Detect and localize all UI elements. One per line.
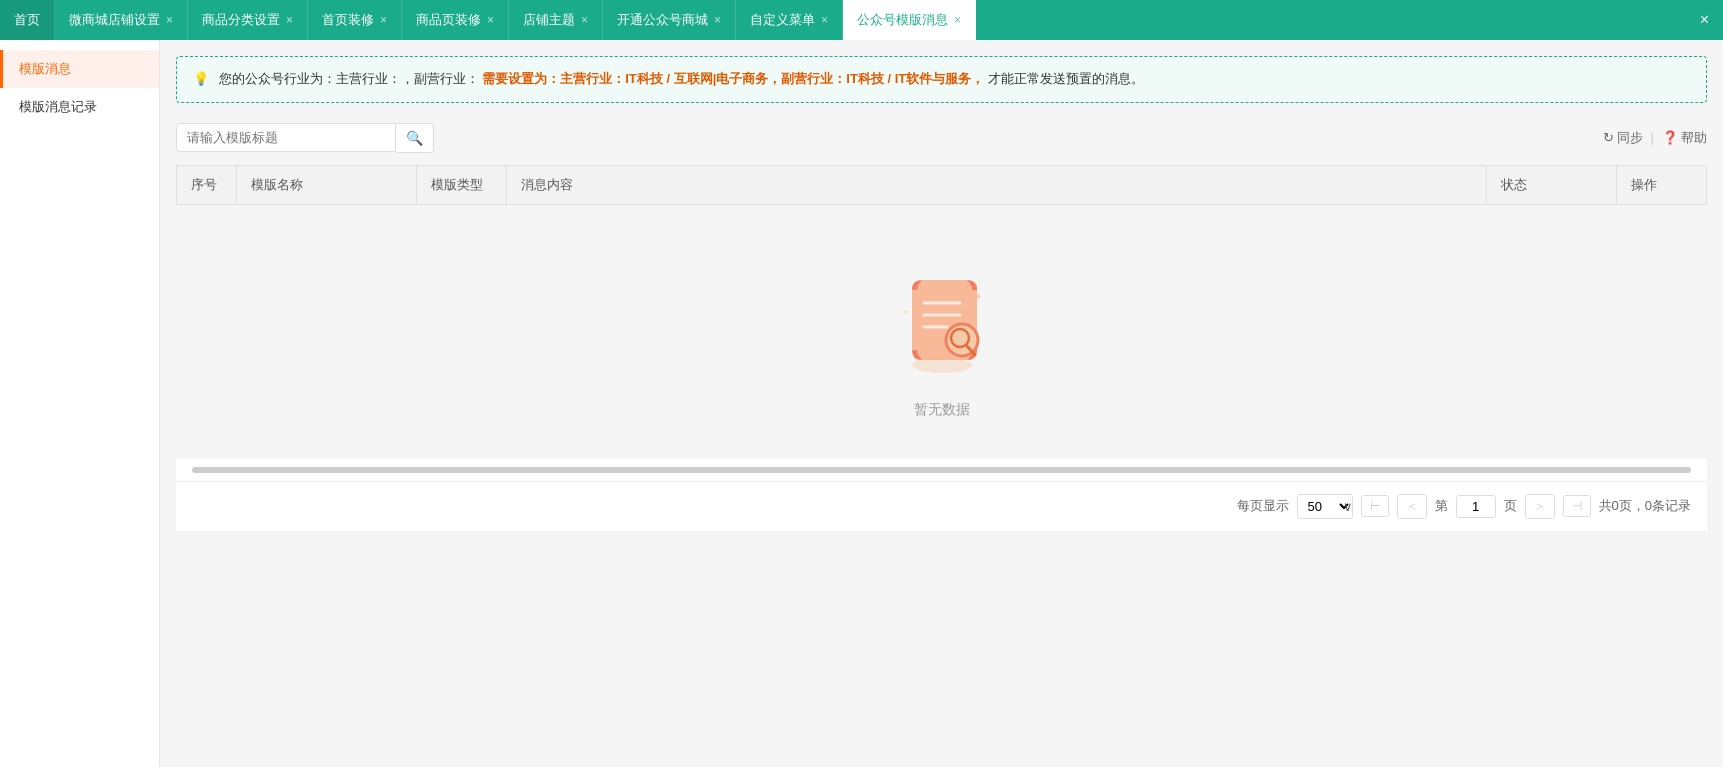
- sync-icon: ↻: [1603, 130, 1614, 145]
- nav-tab-product-category[interactable]: 商品分类设置×: [188, 0, 308, 40]
- data-table: 序号 模版名称 模版类型 消息内容 状态 操作: [176, 165, 1707, 205]
- nav-tab-shop-theme[interactable]: 店铺主题×: [509, 0, 603, 40]
- pagination: 每页显示 50 10 20 100 ∨ ⊢ ＜ 第 页 ＞ ⊣ 共0页，0条记录: [176, 481, 1707, 531]
- nav-tab-open-mall[interactable]: 开通公众号商城×: [603, 0, 736, 40]
- page-size-select[interactable]: 50 10 20 100: [1297, 494, 1353, 519]
- last-page-button[interactable]: ⊣: [1563, 495, 1591, 517]
- prev-page-button[interactable]: ＜: [1397, 494, 1427, 519]
- notice-icon: 💡: [193, 71, 209, 86]
- notice-box: 💡 您的公众号行业为：主营行业：，副营行业： 需要设置为：主营行业：IT科技 /…: [176, 56, 1707, 103]
- nav-tab-home[interactable]: 首页: [0, 0, 55, 40]
- top-nav: 首页微商城店铺设置×商品分类设置×首页装修×商品页装修×店铺主题×开通公众号商城…: [0, 0, 1723, 40]
- nav-tab-custom-menu[interactable]: 自定义菜单×: [736, 0, 843, 40]
- close-icon[interactable]: ×: [487, 13, 494, 27]
- col-header-name: 模版名称: [237, 165, 417, 204]
- notice-highlight: 需要设置为：主营行业：IT科技 / 互联网|电子商务，副营行业：IT科技 / I…: [482, 71, 984, 86]
- content-area: 💡 您的公众号行业为：主营行业：，副营行业： 需要设置为：主营行业：IT科技 /…: [160, 40, 1723, 767]
- divider: |: [1651, 130, 1654, 145]
- nav-tab-template-msg[interactable]: 公众号模版消息×: [843, 0, 976, 40]
- page-number-input[interactable]: [1456, 495, 1496, 518]
- search-bar: 🔍 ↻ 同步 | ❓ 帮助: [176, 123, 1707, 153]
- next-page-button[interactable]: ＞: [1525, 494, 1555, 519]
- empty-icon: ✦ ✦: [882, 265, 1002, 385]
- page-unit-label: 页: [1504, 497, 1517, 515]
- sync-label: 同步: [1617, 129, 1643, 147]
- help-icon: ❓: [1662, 130, 1678, 145]
- svg-text:✦: ✦: [974, 291, 982, 302]
- col-header-action: 操作: [1617, 165, 1707, 204]
- current-page-label: 第: [1435, 497, 1448, 515]
- close-icon[interactable]: ×: [286, 13, 293, 27]
- sidebar: 模版消息模版消息记录: [0, 40, 160, 767]
- col-header-seq: 序号: [177, 165, 237, 204]
- page-size-label: 每页显示: [1237, 497, 1289, 515]
- search-button[interactable]: 🔍: [396, 123, 434, 153]
- col-header-content: 消息内容: [507, 165, 1487, 204]
- svg-text:✦: ✦: [902, 308, 909, 317]
- sidebar-item-template-msg[interactable]: 模版消息: [0, 50, 159, 88]
- col-header-type: 模版类型: [417, 165, 507, 204]
- fake-scrollbar[interactable]: [192, 467, 1691, 473]
- help-button[interactable]: ❓ 帮助: [1662, 129, 1707, 147]
- toolbar-right: ↻ 同步 | ❓ 帮助: [1603, 129, 1707, 147]
- notice-suffix: 才能正常发送预置的消息。: [988, 71, 1144, 86]
- close-icon[interactable]: ×: [714, 13, 721, 27]
- nav-tab-wechat-shop[interactable]: 微商城店铺设置×: [55, 0, 188, 40]
- nav-tab-home-deco[interactable]: 首页装修×: [308, 0, 402, 40]
- close-icon[interactable]: ×: [581, 13, 588, 27]
- close-icon[interactable]: ×: [821, 13, 828, 27]
- search-icon: 🔍: [406, 130, 423, 146]
- search-input[interactable]: [176, 123, 396, 152]
- close-icon[interactable]: ×: [954, 13, 961, 27]
- close-all-button[interactable]: ×: [1686, 11, 1723, 29]
- col-header-status: 状态: [1487, 165, 1617, 204]
- first-page-button[interactable]: ⊢: [1361, 495, 1389, 517]
- sync-button[interactable]: ↻ 同步: [1603, 129, 1643, 147]
- close-icon[interactable]: ×: [166, 13, 173, 27]
- total-label: 共0页，0条记录: [1599, 497, 1691, 515]
- nav-tab-product-deco[interactable]: 商品页装修×: [402, 0, 509, 40]
- sidebar-item-template-record[interactable]: 模版消息记录: [0, 88, 159, 126]
- empty-text: 暂无数据: [176, 401, 1707, 419]
- help-label: 帮助: [1681, 129, 1707, 147]
- scrollbar-row: [176, 459, 1707, 481]
- close-icon[interactable]: ×: [380, 13, 387, 27]
- empty-state: ✦ ✦ 暂无数据: [176, 205, 1707, 459]
- notice-prefix: 您的公众号行业为：主营行业：，副营行业：: [219, 71, 479, 86]
